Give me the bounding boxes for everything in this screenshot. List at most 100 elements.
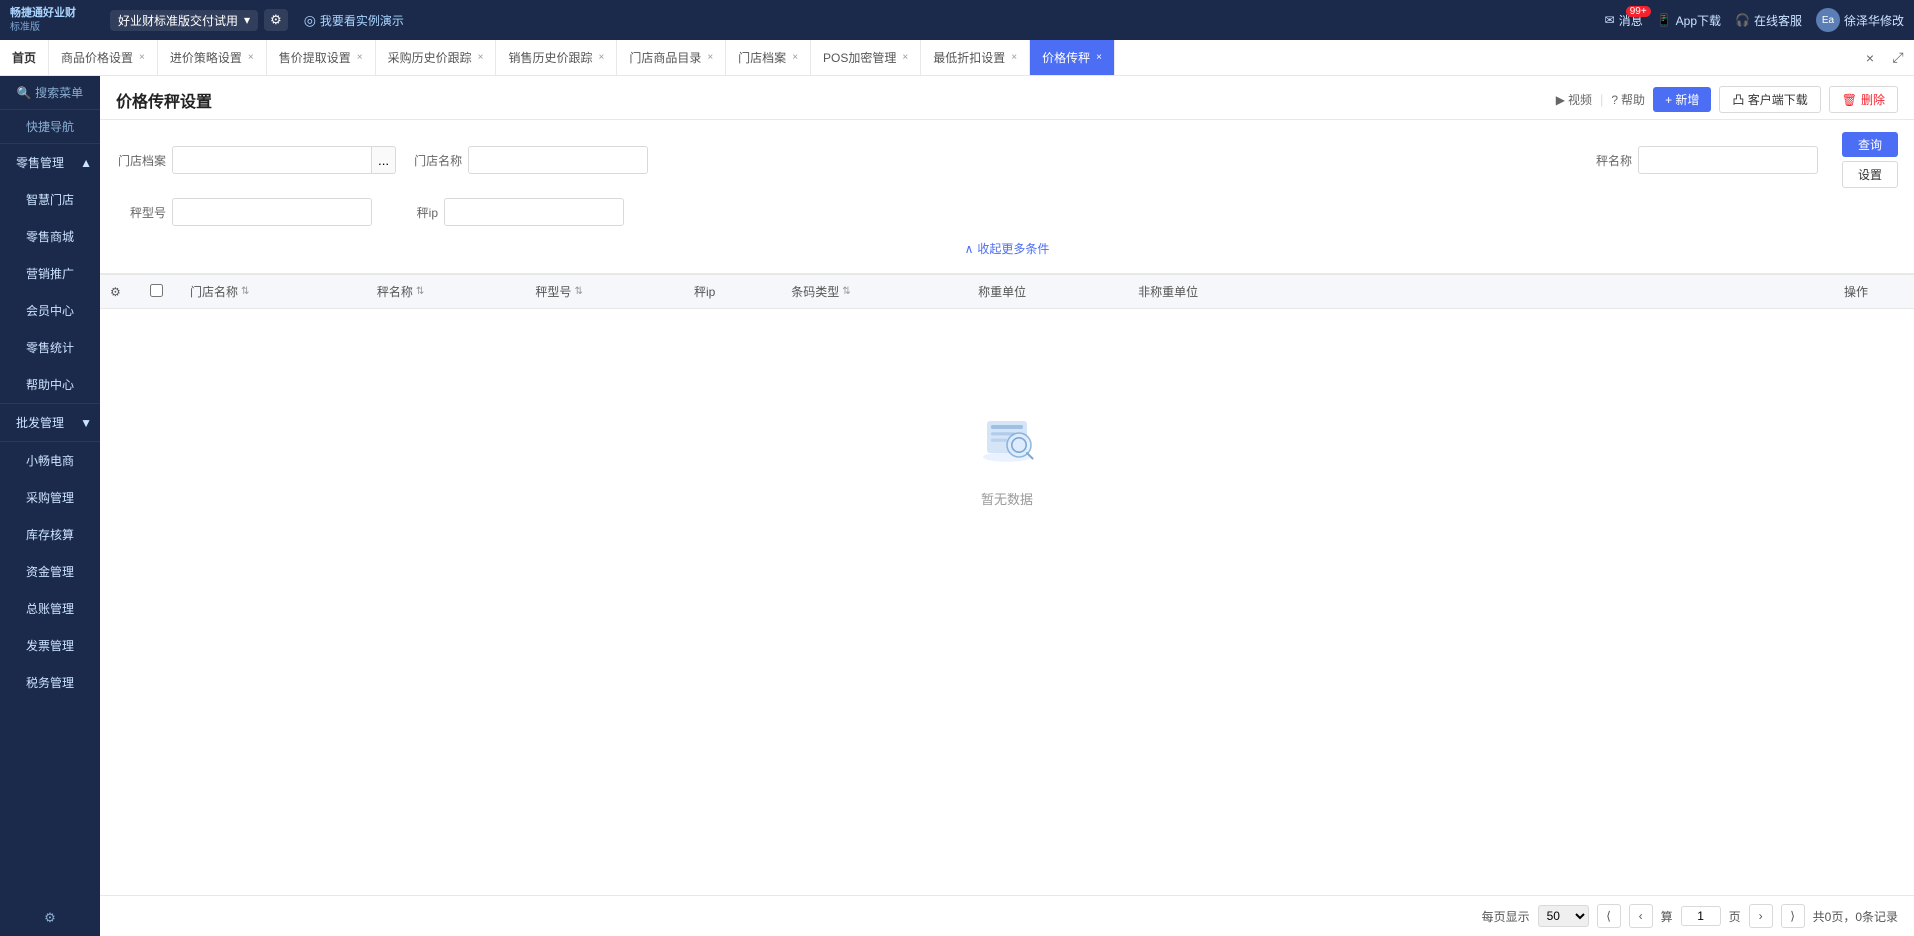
th-store-name-sortable: 门店名称 ⇅ (190, 283, 357, 300)
demo-label: 我要看实例演示 (320, 12, 404, 29)
tab-price-scale-label: 价格传秤 (1042, 49, 1090, 66)
store-file-input-group: ... (172, 146, 396, 174)
sidebar-item-finance[interactable]: 资金管理 (0, 553, 100, 590)
sidebar-item-retail[interactable]: 零售管理 ▲ (0, 144, 100, 181)
sidebar-wholesale-arrow: ▼ (80, 416, 92, 430)
sidebar-item-marketing[interactable]: 营销推广 (0, 255, 100, 292)
online-service-button[interactable]: 🎧 在线客服 (1735, 12, 1802, 29)
tab-sale-history[interactable]: 销售历史价跟踪 × (496, 40, 617, 76)
version-selector[interactable]: 好业财标准版交付试用 ▾ (110, 10, 258, 31)
message-badge: 99+ (1626, 6, 1651, 17)
sidebar-item-purchase[interactable]: 采购管理 (0, 479, 100, 516)
collapse-button[interactable]: ∧ 收起更多条件 (965, 240, 1050, 257)
page-number-input[interactable] (1681, 906, 1721, 926)
user-area[interactable]: Ea 徐泽华修改 (1816, 8, 1904, 32)
sidebar-item-tax[interactable]: 税务管理 (0, 664, 100, 701)
scale-model-label: 秤型号 (116, 204, 166, 221)
scale-name-input[interactable] (1638, 146, 1818, 174)
table-header-row: ⚙ 门店名称 ⇅ (100, 275, 1914, 309)
sidebar-section-retail: 零售管理 ▲ 智慧门店 零售商城 营销推广 会员中心 零售统计 (0, 144, 100, 404)
scale-ip-input[interactable] (444, 198, 624, 226)
tab-price-scale[interactable]: 价格传秤 × (1030, 40, 1115, 76)
sidebar-purchase-label: 采购管理 (26, 489, 74, 506)
app-logo-line2: 标准版 (10, 21, 76, 34)
sidebar-item-xiaochang-ec[interactable]: 小畅电商 (0, 442, 100, 479)
tab-store-file-close[interactable]: × (792, 52, 798, 63)
sidebar-item-wholesale[interactable]: 批发管理 ▼ (0, 404, 100, 441)
sidebar-item-stock[interactable]: 库存核算 (0, 516, 100, 553)
help-link[interactable]: ? 帮助 (1611, 91, 1645, 108)
th-scale-model: 秤型号 ⇅ (525, 275, 684, 309)
video-link[interactable]: ▶ 视频 (1556, 91, 1592, 108)
version-settings-button[interactable]: ⚙ (264, 9, 288, 31)
scale-model-input[interactable] (172, 198, 372, 226)
th-checkbox[interactable] (140, 275, 180, 309)
tab-min-discount[interactable]: 最低折扣设置 × (921, 40, 1030, 76)
tab-store-file[interactable]: 门店档案 × (726, 40, 811, 76)
tab-close-all-button[interactable]: × (1858, 46, 1882, 70)
download-button-label: 凸 客户端下载 (1732, 91, 1807, 108)
top-bar: 畅捷通好业财 标准版 好业财标准版交付试用 ▾ ⚙ ◎ 我要看实例演示 ✉ 消息… (0, 0, 1914, 40)
empty-state: 暂无数据 (110, 317, 1904, 588)
sidebar-search[interactable]: 🔍 搜索菜单 (0, 76, 100, 110)
tab-pos-manage-close[interactable]: × (902, 52, 908, 63)
tab-store-catalog[interactable]: 门店商品目录 × (617, 40, 726, 76)
last-page-button[interactable]: ⟩ (1781, 904, 1805, 928)
store-name-input[interactable] (468, 146, 648, 174)
first-page-button[interactable]: ⟨ (1597, 904, 1621, 928)
next-page-button[interactable]: › (1749, 904, 1773, 928)
download-button[interactable]: 凸 客户端下载 (1719, 86, 1820, 113)
th-barcode-type: 条码类型 ⇅ (781, 275, 968, 309)
user-name: 徐泽华修改 (1844, 12, 1904, 29)
sidebar-tax-label: 税务管理 (26, 674, 74, 691)
th-scale-name-label: 秤名称 (377, 283, 413, 300)
app-download-button[interactable]: 📱 App下载 (1657, 12, 1721, 29)
demo-link[interactable]: ◎ 我要看实例演示 (304, 12, 404, 29)
sidebar-item-member[interactable]: 会员中心 (0, 292, 100, 329)
tab-price-scale-close[interactable]: × (1096, 52, 1102, 63)
sidebar-item-help-center[interactable]: 帮助中心 (0, 366, 100, 403)
app-logo-area: 畅捷通好业财 标准版 (10, 6, 110, 33)
delete-button[interactable]: 🗑 删除 (1829, 86, 1898, 113)
tab-purchase-history[interactable]: 采购历史价跟踪 × (376, 40, 497, 76)
tab-product-price-close[interactable]: × (139, 52, 145, 63)
tab-pos-manage[interactable]: POS加密管理 × (811, 40, 921, 76)
top-bar-center: 好业财标准版交付试用 ▾ ⚙ ◎ 我要看实例演示 (110, 9, 1605, 31)
sidebar-item-smart-store[interactable]: 智慧门店 (0, 181, 100, 218)
store-file-input[interactable] (172, 146, 372, 174)
sidebar-smart-store-label: 智慧门店 (26, 191, 74, 208)
sidebar-search-label: 搜索菜单 (35, 86, 83, 100)
per-page-select[interactable]: 102050100 (1538, 905, 1589, 927)
sidebar-item-general[interactable]: 总账管理 (0, 590, 100, 627)
tab-expand-button[interactable]: ⤢ (1886, 46, 1910, 70)
tab-purchase-strategy[interactable]: 进价策略设置 × (158, 40, 267, 76)
sidebar-quick-nav[interactable]: 快捷导航 (0, 110, 100, 144)
tab-sale-history-close[interactable]: × (598, 52, 604, 63)
tab-store-catalog-close[interactable]: × (707, 52, 713, 63)
store-name-label: 门店名称 (412, 152, 462, 169)
query-button[interactable]: 查询 (1842, 132, 1898, 157)
sidebar-item-retail-stats[interactable]: 零售统计 (0, 329, 100, 366)
tab-min-discount-close[interactable]: × (1011, 52, 1017, 63)
tab-sale-price[interactable]: 售价提取设置 × (267, 40, 376, 76)
add-button[interactable]: + 新增 (1653, 87, 1711, 112)
tab-home[interactable]: 首页 (0, 40, 49, 76)
prev-page-button[interactable]: ‹ (1629, 904, 1653, 928)
last-page-icon: ⟩ (1790, 909, 1795, 923)
tab-product-price[interactable]: 商品价格设置 × (49, 40, 158, 76)
settings-form-button[interactable]: 设置 (1842, 161, 1898, 188)
select-all-checkbox[interactable] (150, 284, 163, 297)
message-button[interactable]: ✉ 消息 99+ (1605, 12, 1643, 29)
th-settings[interactable]: ⚙ (100, 275, 140, 309)
tab-purchase-strategy-label: 进价策略设置 (170, 49, 242, 66)
store-file-more-button[interactable]: ... (372, 146, 396, 174)
sidebar-settings-button[interactable]: ⚙ (0, 900, 100, 936)
headset-icon: 🎧 (1735, 13, 1750, 27)
sidebar-item-invoice[interactable]: 发票管理 (0, 627, 100, 664)
tab-sale-price-close[interactable]: × (357, 52, 363, 63)
tab-purchase-strategy-close[interactable]: × (248, 52, 254, 63)
sidebar-item-retail-mall[interactable]: 零售商城 (0, 218, 100, 255)
tab-purchase-history-close[interactable]: × (478, 52, 484, 63)
trash-icon: 🗑 (1842, 93, 1857, 107)
scale-name-field: 秤名称 (1582, 146, 1818, 174)
